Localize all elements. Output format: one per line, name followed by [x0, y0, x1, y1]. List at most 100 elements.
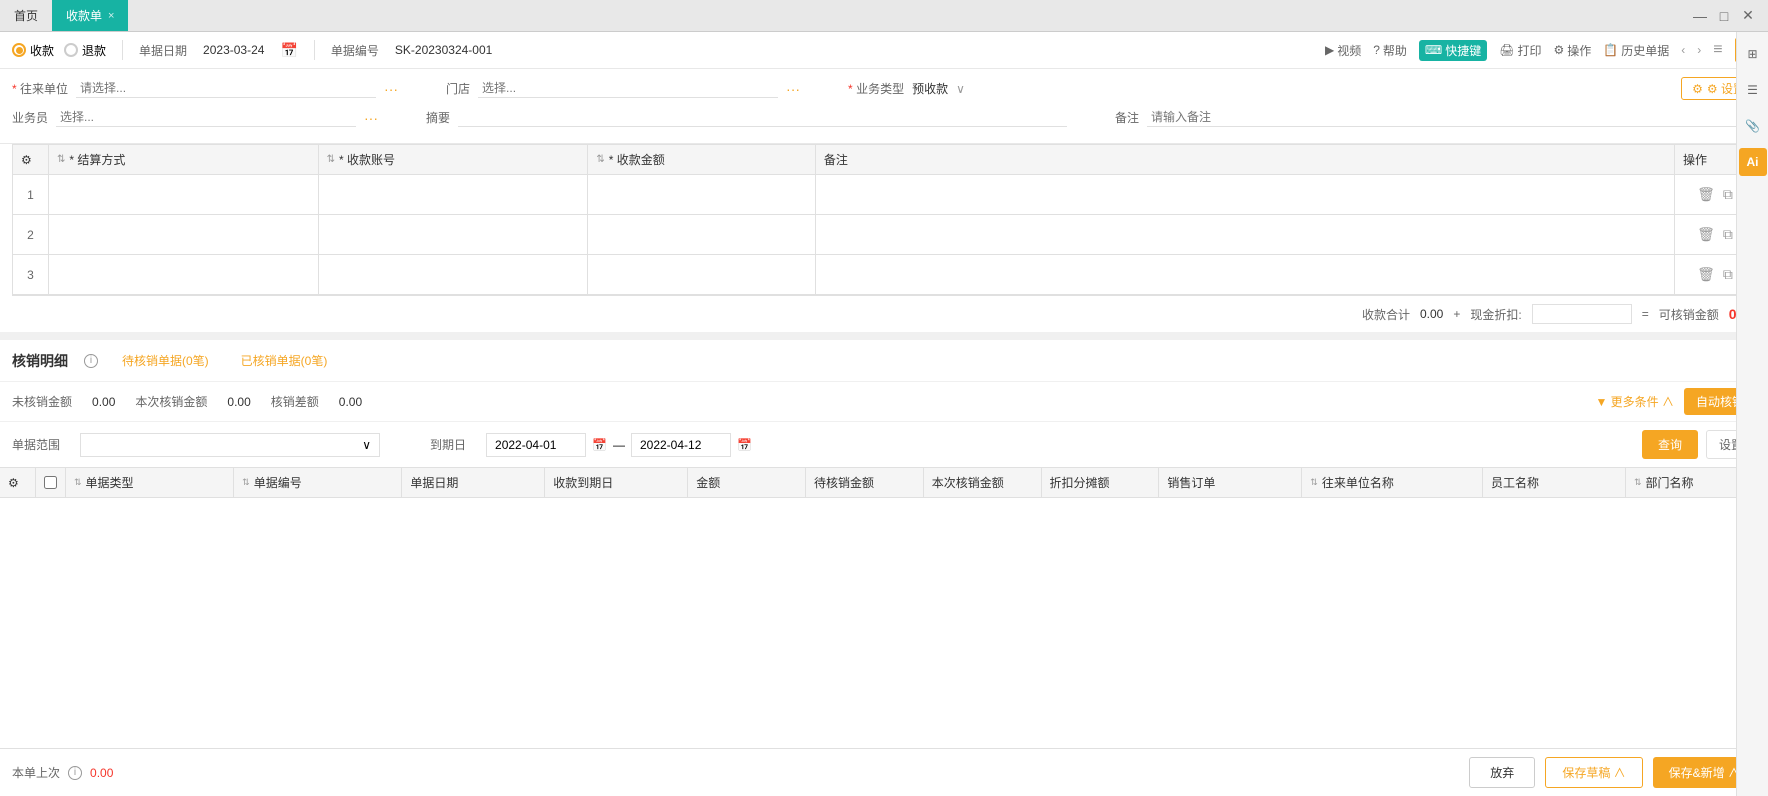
summary-input[interactable]	[458, 108, 1067, 127]
row-1-shoukuan[interactable]	[588, 175, 816, 214]
th-jiesuan: * 结算方式	[49, 145, 319, 174]
nav-next-icon[interactable]: ›	[1697, 43, 1701, 57]
radio-tuikuan-circle	[64, 43, 78, 57]
counterparty-input[interactable]	[76, 79, 376, 98]
row-1-jiesuan[interactable]	[49, 175, 319, 214]
tab-pending[interactable]: 待核销单据(0笔)	[114, 348, 217, 373]
tab-active[interactable]: 收款单 ×	[52, 0, 128, 31]
calendar-to-icon[interactable]: 📅	[737, 438, 752, 452]
verif-stats: 未核销金额 0.00 本次核销金额 0.00 核销差额 0.00 ▼ 更多条件 …	[0, 382, 1768, 422]
query-button[interactable]: 查询	[1642, 430, 1698, 459]
bottom-table: ⚙ ⇅ 单据类型 ⇅ 单据编号 单据日期 收款到期日	[0, 468, 1768, 748]
employee-input[interactable]	[56, 108, 356, 127]
tab-close-icon[interactable]: ×	[108, 10, 114, 22]
bottom-info-icon[interactable]: i	[68, 766, 82, 780]
bth-settings[interactable]: ⚙	[0, 468, 36, 497]
num-field-value: SK-20230324-001	[395, 43, 492, 57]
tab-home[interactable]: 首页	[0, 0, 52, 31]
list-icon: ☰	[1747, 83, 1758, 97]
save-new-label: 保存&新增 ∧	[1669, 764, 1740, 781]
plus-sign: +	[1453, 307, 1460, 321]
right-sidebar: ⊞ ☰ 📎 Ai	[1736, 32, 1768, 796]
list-view-icon[interactable]: ≡	[1713, 41, 1722, 59]
ai-button[interactable]: Ai	[1739, 148, 1767, 176]
close-button[interactable]: ✕	[1740, 8, 1756, 24]
remark-input[interactable]	[1147, 108, 1756, 127]
bth-amount: 金额	[688, 468, 806, 497]
bth-checkbox[interactable]	[44, 476, 57, 489]
table-icon: ⊞	[1747, 47, 1757, 61]
row-3-shouquan[interactable]	[319, 255, 589, 294]
row-3-jiesuan[interactable]	[49, 255, 319, 294]
row-1-copy-icon[interactable]: ⧉	[1723, 186, 1733, 203]
verif-info-icon[interactable]: i	[84, 354, 98, 368]
row-2-beizhu[interactable]	[816, 215, 1675, 254]
help-button[interactable]: ? 帮助	[1373, 42, 1407, 59]
row-2-delete-icon[interactable]: 🗑	[1697, 226, 1715, 243]
row-1-delete-icon[interactable]: 🗑	[1697, 186, 1715, 203]
minimize-button[interactable]: —	[1692, 8, 1708, 24]
sidebar-list-icon[interactable]: ☰	[1739, 76, 1767, 104]
row-1-shouquan[interactable]	[319, 175, 589, 214]
biz-type-value: 预收款	[912, 80, 948, 97]
employee-more-icon[interactable]: ···	[364, 110, 378, 126]
sidebar-table-icon[interactable]: ⊞	[1739, 40, 1767, 68]
this-verif-label: 本次核销金额	[135, 393, 207, 410]
divider-1	[122, 40, 123, 60]
row-1-num: 1	[13, 175, 49, 214]
row-2-shouquan[interactable]	[319, 215, 589, 254]
bth-check[interactable]	[36, 468, 66, 497]
th-settings[interactable]: ⚙	[13, 145, 49, 174]
row-3-beizhu[interactable]	[816, 255, 1675, 294]
sidebar-attach-icon[interactable]: 📎	[1739, 112, 1767, 140]
radio-tuikuan[interactable]: 退款	[64, 42, 106, 59]
date-from-input[interactable]	[486, 433, 586, 457]
row-2-copy-icon[interactable]: ⧉	[1723, 226, 1733, 243]
biz-type-dropdown-icon[interactable]: ∨	[956, 82, 965, 96]
bottom-stat-label: 本单上次	[12, 764, 60, 781]
row-2-shoukuan[interactable]	[588, 215, 816, 254]
row-3-shoukuan[interactable]	[588, 255, 816, 294]
bottom-actions: 放弃 保存草稿 ∧ 保存&新增 ∧	[1469, 757, 1756, 788]
row-3-delete-icon[interactable]: 🗑	[1697, 266, 1715, 283]
bth-num: ⇅ 单据编号	[234, 468, 402, 497]
video-button[interactable]: ▶ 视频	[1325, 42, 1361, 59]
filter-range-select[interactable]: ∨	[80, 433, 380, 457]
nav-prev-icon[interactable]: ‹	[1681, 43, 1685, 57]
form-area: 往来单位 ··· 门店 ··· 业务类型 预收款 ∨ ⚙ ⚙ 设置 业务员 ··…	[0, 69, 1768, 144]
radio-shoukuan-label: 收款	[30, 42, 54, 59]
date-to-input[interactable]	[631, 433, 731, 457]
store-more-icon[interactable]: ···	[786, 81, 800, 97]
maximize-button[interactable]: □	[1716, 8, 1732, 24]
num-field-label: 单据编号	[331, 42, 379, 59]
xianjin-input[interactable]	[1532, 304, 1632, 324]
row-1-beizhu[interactable]	[816, 175, 1675, 214]
more-conditions-btn[interactable]: ▼ 更多条件 ∧	[1595, 393, 1674, 410]
summary-label: 摘要	[426, 109, 450, 126]
counterparty-more-icon[interactable]: ···	[384, 81, 398, 97]
row-2-jiesuan[interactable]	[49, 215, 319, 254]
row-3-num: 3	[13, 255, 49, 294]
radio-shoukuan[interactable]: 收款	[12, 42, 54, 59]
history-icon: 📋	[1603, 43, 1618, 57]
shortcut-button[interactable]: ⌨ 快捷键	[1419, 40, 1487, 61]
save-draft-button[interactable]: 保存草稿 ∧	[1545, 757, 1642, 788]
form-row-1: 往来单位 ··· 门店 ··· 业务类型 预收款 ∨ ⚙ ⚙ 设置	[12, 77, 1756, 100]
calendar-icon[interactable]: 📅	[280, 42, 297, 59]
row-3-copy-icon[interactable]: ⧉	[1723, 266, 1733, 283]
tab-bar: 首页 收款单 × — □ ✕	[0, 0, 1768, 32]
history-button[interactable]: 📋 历史单据	[1603, 42, 1669, 59]
duedate-label: 到期日	[430, 436, 466, 453]
table-header: ⚙ * 结算方式 * 收款账号 * 收款金额 备注 操作	[13, 145, 1755, 175]
radio-group: 收款 退款	[12, 42, 106, 59]
print-button[interactable]: 🖨 打印	[1499, 42, 1541, 59]
operate-button[interactable]: ⚙ 操作	[1554, 42, 1592, 59]
store-input[interactable]	[478, 79, 778, 98]
bth-discount: 折扣分摊额	[1042, 468, 1160, 497]
calendar-from-icon[interactable]: 📅	[592, 438, 607, 452]
radio-shoukuan-dot	[16, 47, 23, 54]
abandon-button[interactable]: 放弃	[1469, 757, 1535, 788]
total-label: 收款合计	[1362, 306, 1410, 323]
tab-done[interactable]: 已核销单据(0笔)	[233, 348, 336, 373]
paperclip-icon: 📎	[1745, 119, 1760, 133]
